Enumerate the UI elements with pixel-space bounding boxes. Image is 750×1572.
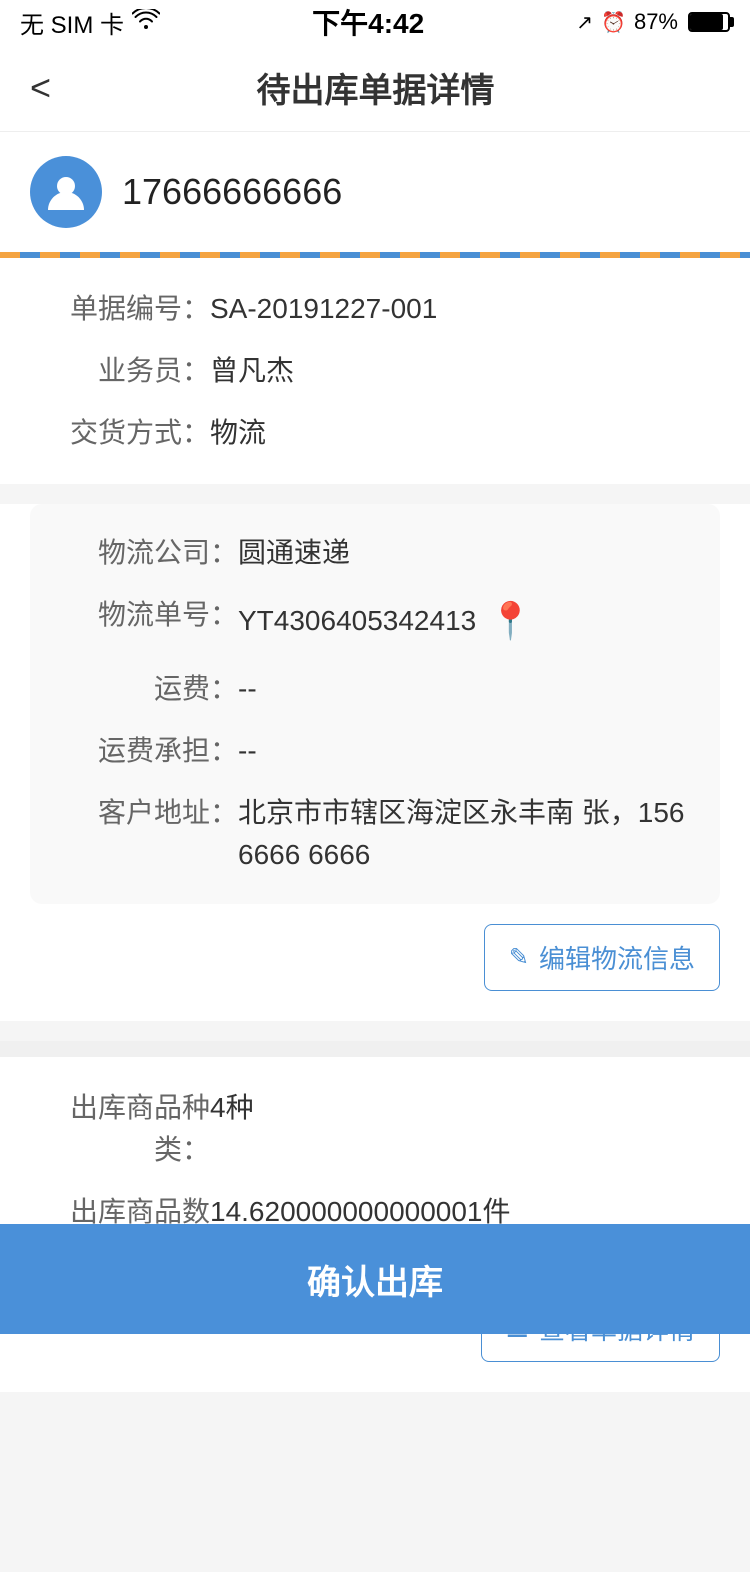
user-icon	[44, 170, 88, 214]
battery-icon	[688, 12, 730, 32]
tracking-value: YT4306405342413	[238, 600, 476, 642]
delivery-method-label: 交货方式：	[30, 412, 210, 454]
avatar	[30, 156, 102, 228]
edit-logistics-label: 编辑物流信息	[539, 939, 695, 976]
tracking-label: 物流单号：	[58, 594, 238, 636]
battery-percent: 87%	[634, 9, 678, 35]
sales-person-value: 曾凡杰	[210, 350, 720, 392]
address-label: 客户地址：	[58, 792, 238, 834]
tracking-row: 物流单号： YT4306405342413 📍	[58, 594, 692, 648]
page-title: 待出库单据详情	[71, 63, 680, 112]
sales-person-label: 业务员：	[30, 350, 210, 392]
time-label: 下午4:42	[312, 2, 424, 42]
delivery-method-value: 物流	[210, 412, 720, 454]
edit-logistics-button[interactable]: ✎ 编辑物流信息	[484, 924, 720, 991]
confirm-btn-bar[interactable]: 确认出库	[0, 1224, 750, 1334]
goods-type-value: 4种	[210, 1087, 720, 1129]
logistics-company-label: 物流公司：	[58, 532, 238, 574]
logistics-company-value: 圆通速递	[238, 532, 692, 574]
edit-btn-row: ✎ 编辑物流信息	[30, 924, 720, 991]
logistics-section: 物流公司： 圆通速递 物流单号： YT4306405342413 📍 运费： -…	[0, 504, 750, 1021]
wifi-icon	[132, 8, 160, 36]
address-row: 客户地址： 北京市市辖区海淀区永丰南 张，156 6666 6666	[58, 792, 692, 876]
order-no-row: 单据编号： SA-20191227-001	[30, 288, 720, 330]
logistics-company-row: 物流公司： 圆通速递	[58, 532, 692, 574]
tracking-value-group: YT4306405342413 📍	[238, 594, 533, 648]
sales-person-row: 业务员： 曾凡杰	[30, 350, 720, 392]
goods-type-row: 出库商品种类： 4种	[30, 1087, 720, 1171]
tracking-location-icon[interactable]: 📍	[488, 594, 533, 648]
freight-bearer-value: --	[238, 730, 692, 772]
status-bar: 无 SIM 卡 下午4:42 ↗ ⏰ 87%	[0, 0, 750, 44]
delivery-method-row: 交货方式： 物流	[30, 412, 720, 454]
freight-label: 运费：	[58, 668, 238, 710]
freight-bearer-row: 运费承担： --	[58, 730, 692, 772]
logistics-card: 物流公司： 圆通速递 物流单号： YT4306405342413 📍 运费： -…	[30, 504, 720, 904]
back-button[interactable]: <	[30, 67, 51, 109]
freight-row: 运费： --	[58, 668, 692, 710]
location-status-icon: ↗	[576, 10, 593, 35]
order-no-label: 单据编号：	[30, 288, 210, 330]
address-value: 北京市市辖区海淀区永丰南 张，156 6666 6666	[238, 792, 692, 876]
customer-phone: 17666666666	[122, 171, 342, 213]
freight-bearer-label: 运费承担：	[58, 730, 238, 772]
section-divider	[0, 1041, 750, 1057]
nav-bar: < 待出库单据详情	[0, 44, 750, 132]
status-right: ↗ ⏰ 87%	[576, 9, 730, 35]
customer-header: 17666666666	[0, 132, 750, 252]
order-no-value: SA-20191227-001	[210, 288, 720, 330]
freight-value: --	[238, 668, 692, 710]
goods-type-label: 出库商品种类：	[30, 1087, 210, 1171]
order-info-section: 单据编号： SA-20191227-001 业务员： 曾凡杰 交货方式： 物流	[0, 258, 750, 484]
bottom-spacer	[0, 1392, 750, 1572]
alarm-icon: ⏰	[601, 10, 626, 35]
confirm-btn-label: 确认出库	[307, 1255, 443, 1304]
edit-icon: ✎	[509, 943, 529, 972]
carrier-label: 无 SIM 卡	[20, 5, 124, 40]
status-left: 无 SIM 卡	[20, 5, 160, 40]
